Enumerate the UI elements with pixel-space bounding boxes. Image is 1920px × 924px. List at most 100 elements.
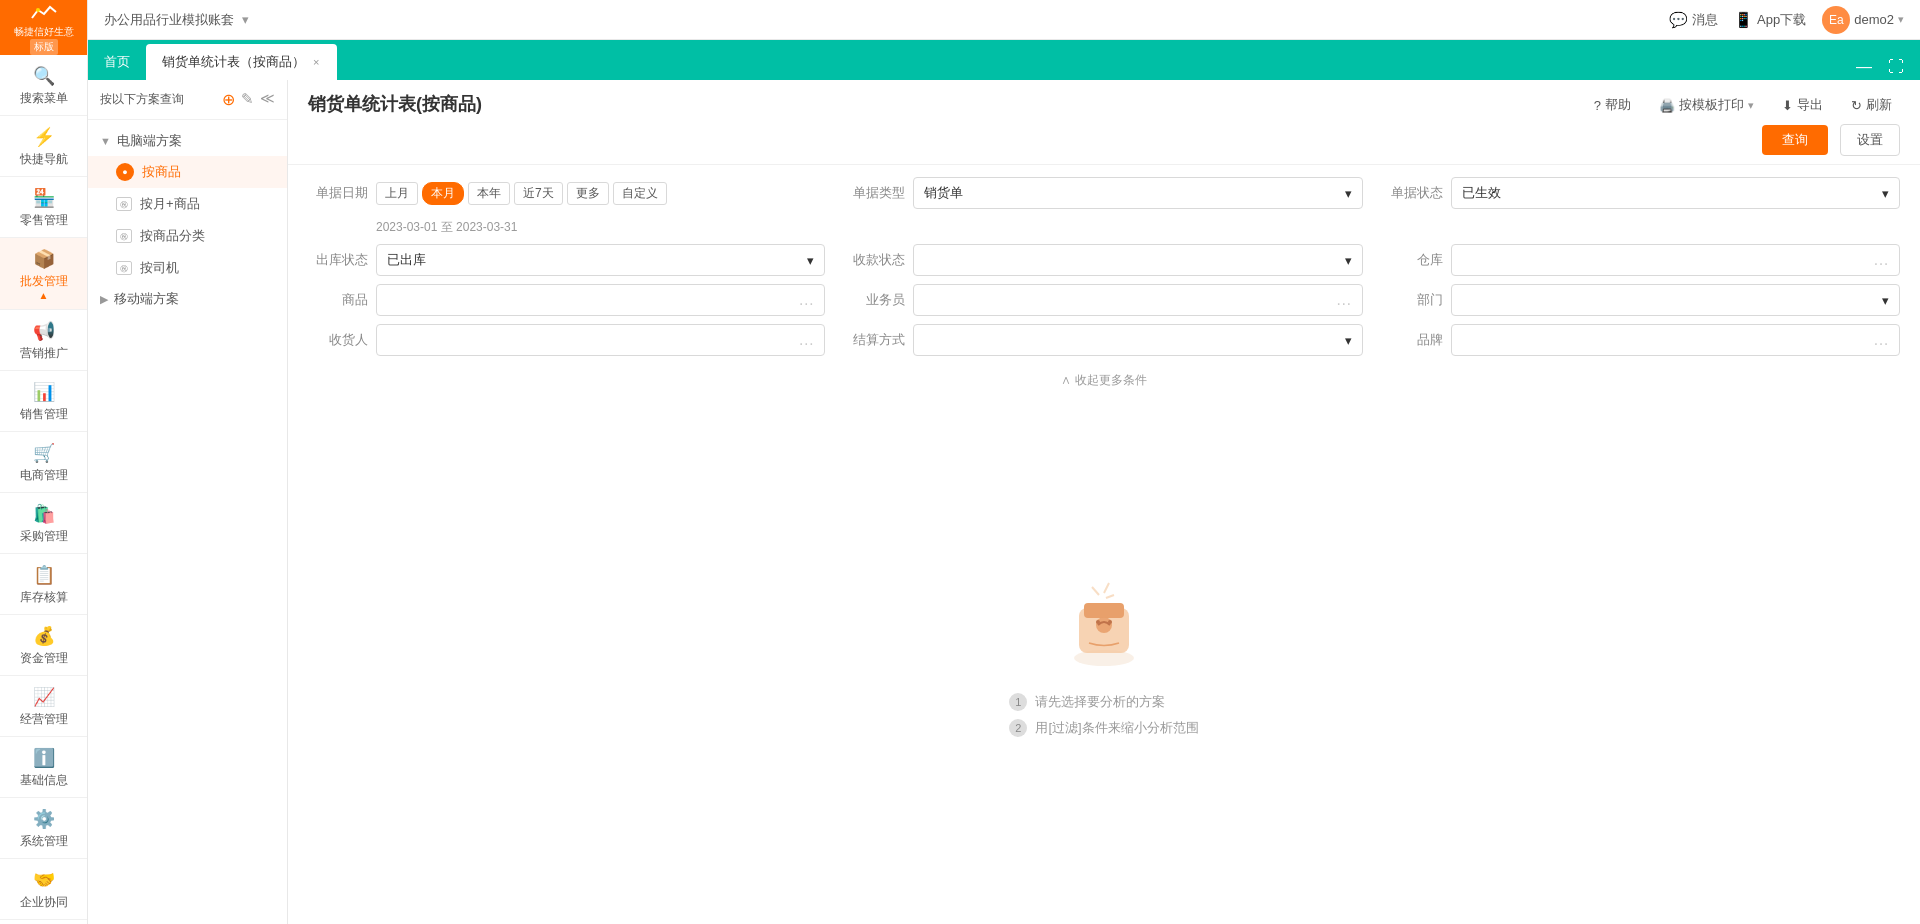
warehouse-control[interactable]: … — [1451, 244, 1900, 276]
doc-status-select[interactable]: 已生效 ▾ — [1451, 177, 1900, 209]
custom-button[interactable]: 自定义 — [613, 182, 667, 205]
out-status-label: 出库状态 — [308, 251, 376, 269]
this-year-button[interactable]: 本年 — [468, 182, 510, 205]
sidebar-item-guide[interactable]: 🎯 新手引导 — [0, 920, 88, 924]
add-scheme-button[interactable]: ⊕ — [222, 90, 235, 109]
sidebar-item-label: 基础信息 — [20, 772, 68, 789]
app-download-label: App下载 — [1757, 11, 1806, 29]
date-label: 单据日期 — [308, 184, 376, 202]
edit-scheme-button[interactable]: ✎ — [241, 90, 254, 109]
dropdown-icon[interactable]: ▾ — [242, 12, 249, 27]
app-logo[interactable]: 畅捷信好生意 标版 — [0, 0, 88, 55]
sidebar-item-basic[interactable]: ℹ️ 基础信息 — [0, 737, 88, 798]
out-status-control[interactable]: 已出库 ▾ — [376, 244, 825, 276]
brand-input[interactable]: … — [1451, 324, 1900, 356]
tree-parent-desktop[interactable]: ▼ 电脑端方案 — [88, 126, 287, 156]
sidebar-item-search-menu[interactable]: 🔍 搜索菜单 — [0, 55, 88, 116]
export-icon: ⬇ — [1782, 98, 1793, 113]
avatar: Ea — [1822, 6, 1850, 34]
doc-type-select[interactable]: 销货单 ▾ — [913, 177, 1362, 209]
tree-item-by-month-product[interactable]: ㊗ 按月+商品 — [88, 188, 287, 220]
out-status-select[interactable]: 已出库 ▾ — [376, 244, 825, 276]
more-options-icon[interactable]: … — [1873, 331, 1889, 349]
receiver-control[interactable]: … — [376, 324, 825, 356]
tree-item-label: 按司机 — [140, 259, 179, 277]
filter-grid-row4: 收货人 … 结算方式 ▾ — [308, 324, 1900, 356]
sidebar-item-inventory[interactable]: 📋 库存核算 — [0, 554, 88, 615]
sidebar-item-quick-nav[interactable]: ⚡ 快捷导航 — [0, 116, 88, 177]
collapse-conditions-button[interactable]: ∧ 收起更多条件 — [308, 364, 1900, 393]
settlement-select[interactable]: ▾ — [913, 324, 1362, 356]
payment-status-control[interactable]: ▾ — [913, 244, 1362, 276]
settlement-control[interactable]: ▾ — [913, 324, 1362, 356]
left-panel-actions: ⊕ ✎ ≪ — [222, 90, 275, 109]
more-options-icon[interactable]: … — [1873, 251, 1889, 269]
tab-minimize-button[interactable]: — — [1852, 54, 1876, 80]
message-button[interactable]: 💬 消息 — [1669, 11, 1718, 29]
sidebar-item-marketing[interactable]: 📢 营销推广 — [0, 310, 88, 371]
sidebar-item-system[interactable]: ⚙️ 系统管理 — [0, 798, 88, 859]
tree-parent-mobile[interactable]: ▶ 移动端方案 — [88, 284, 287, 314]
product-input[interactable]: … — [376, 284, 825, 316]
department-select[interactable]: ▾ — [1451, 284, 1900, 316]
inventory-icon: 📋 — [33, 564, 55, 586]
warehouse-input[interactable]: … — [1451, 244, 1900, 276]
tree-item-by-warehouse[interactable]: ㊗ 按司机 — [88, 252, 287, 284]
tab-active[interactable]: 销货单统计表（按商品） × — [146, 44, 337, 80]
sidebar-item-finance[interactable]: 💰 资金管理 — [0, 615, 88, 676]
settings-button[interactable]: 设置 — [1840, 124, 1900, 156]
more-options-icon[interactable]: … — [798, 331, 814, 349]
this-month-button[interactable]: 本月 — [422, 182, 464, 205]
tab-bar: 首页 销货单统计表（按商品） × — ⛶ — [88, 40, 1920, 80]
filter-cell-receiver: 收货人 … — [308, 324, 825, 356]
query-actions-row: 查询 设置 — [1762, 124, 1900, 156]
query-button[interactable]: 查询 — [1762, 125, 1828, 155]
tree-item-by-product[interactable]: ● 按商品 — [88, 156, 287, 188]
tree-item-by-category[interactable]: ㊗ 按商品分类 — [88, 220, 287, 252]
sidebar-item-label: 批发管理 — [20, 273, 68, 290]
payment-status-select[interactable]: ▾ — [913, 244, 1362, 276]
sidebar-item-purchase[interactable]: 🛍️ 采购管理 — [0, 493, 88, 554]
receiver-input[interactable]: … — [376, 324, 825, 356]
department-control[interactable]: ▾ — [1451, 284, 1900, 316]
sidebar-item-enterprise[interactable]: 🤝 企业协同 — [0, 859, 88, 920]
salesperson-control[interactable]: … — [913, 284, 1362, 316]
last-month-button[interactable]: 上月 — [376, 182, 418, 205]
sidebar-item-sales[interactable]: 📊 销售管理 — [0, 371, 88, 432]
sidebar-item-retail[interactable]: 🏪 零售管理 — [0, 177, 88, 238]
sidebar-item-label: 销售管理 — [20, 406, 68, 423]
sidebar-item-wholesale[interactable]: 📦 批发管理 ▲ — [0, 238, 88, 310]
collapse-label: ∧ 收起更多条件 — [1061, 373, 1146, 387]
filter-cell-product: 商品 … — [308, 284, 825, 316]
tab-close-button[interactable]: × — [311, 54, 321, 70]
tip-number-1: 1 — [1009, 693, 1027, 711]
page-header-right-btns: ? 帮助 🖨️ 按模板打印 ▾ ⬇ 导出 — [1586, 92, 1900, 156]
brand-control[interactable]: … — [1451, 324, 1900, 356]
sidebar-item-operation[interactable]: 📈 经营管理 — [0, 676, 88, 737]
export-button[interactable]: ⬇ 导出 — [1774, 92, 1831, 118]
tab-maximize-button[interactable]: ⛶ — [1884, 54, 1908, 80]
user-menu[interactable]: Ea demo2 ▾ — [1822, 6, 1904, 34]
tab-active-label: 销货单统计表（按商品） — [162, 53, 305, 71]
refresh-button[interactable]: ↻ 刷新 — [1843, 92, 1900, 118]
sidebar-item-label: 零售管理 — [20, 212, 68, 229]
more-options-icon[interactable]: … — [1336, 291, 1352, 309]
more-options-icon[interactable]: … — [798, 291, 814, 309]
collapse-panel-button[interactable]: ≪ — [260, 90, 275, 109]
print-button[interactable]: 🖨️ 按模板打印 ▾ — [1651, 92, 1762, 118]
doc-type-control[interactable]: 销货单 ▾ — [913, 177, 1362, 209]
help-button[interactable]: ? 帮助 — [1586, 92, 1639, 118]
tab-home[interactable]: 首页 — [88, 44, 146, 80]
product-label: 商品 — [308, 291, 376, 309]
app-download-button[interactable]: 📱 App下载 — [1734, 11, 1806, 29]
tree-expand-icon: ▶ — [100, 293, 108, 306]
last7days-button[interactable]: 近7天 — [514, 182, 563, 205]
more-button[interactable]: 更多 — [567, 182, 609, 205]
salesperson-input[interactable]: … — [913, 284, 1362, 316]
page-title: 销货单统计表(按商品) — [308, 92, 482, 116]
brand-label: 品牌 — [1383, 331, 1451, 349]
doc-status-control[interactable]: 已生效 ▾ — [1451, 177, 1900, 209]
help-icon: ? — [1594, 98, 1601, 113]
sidebar-item-ecommerce[interactable]: 🛒 电商管理 — [0, 432, 88, 493]
product-control[interactable]: … — [376, 284, 825, 316]
